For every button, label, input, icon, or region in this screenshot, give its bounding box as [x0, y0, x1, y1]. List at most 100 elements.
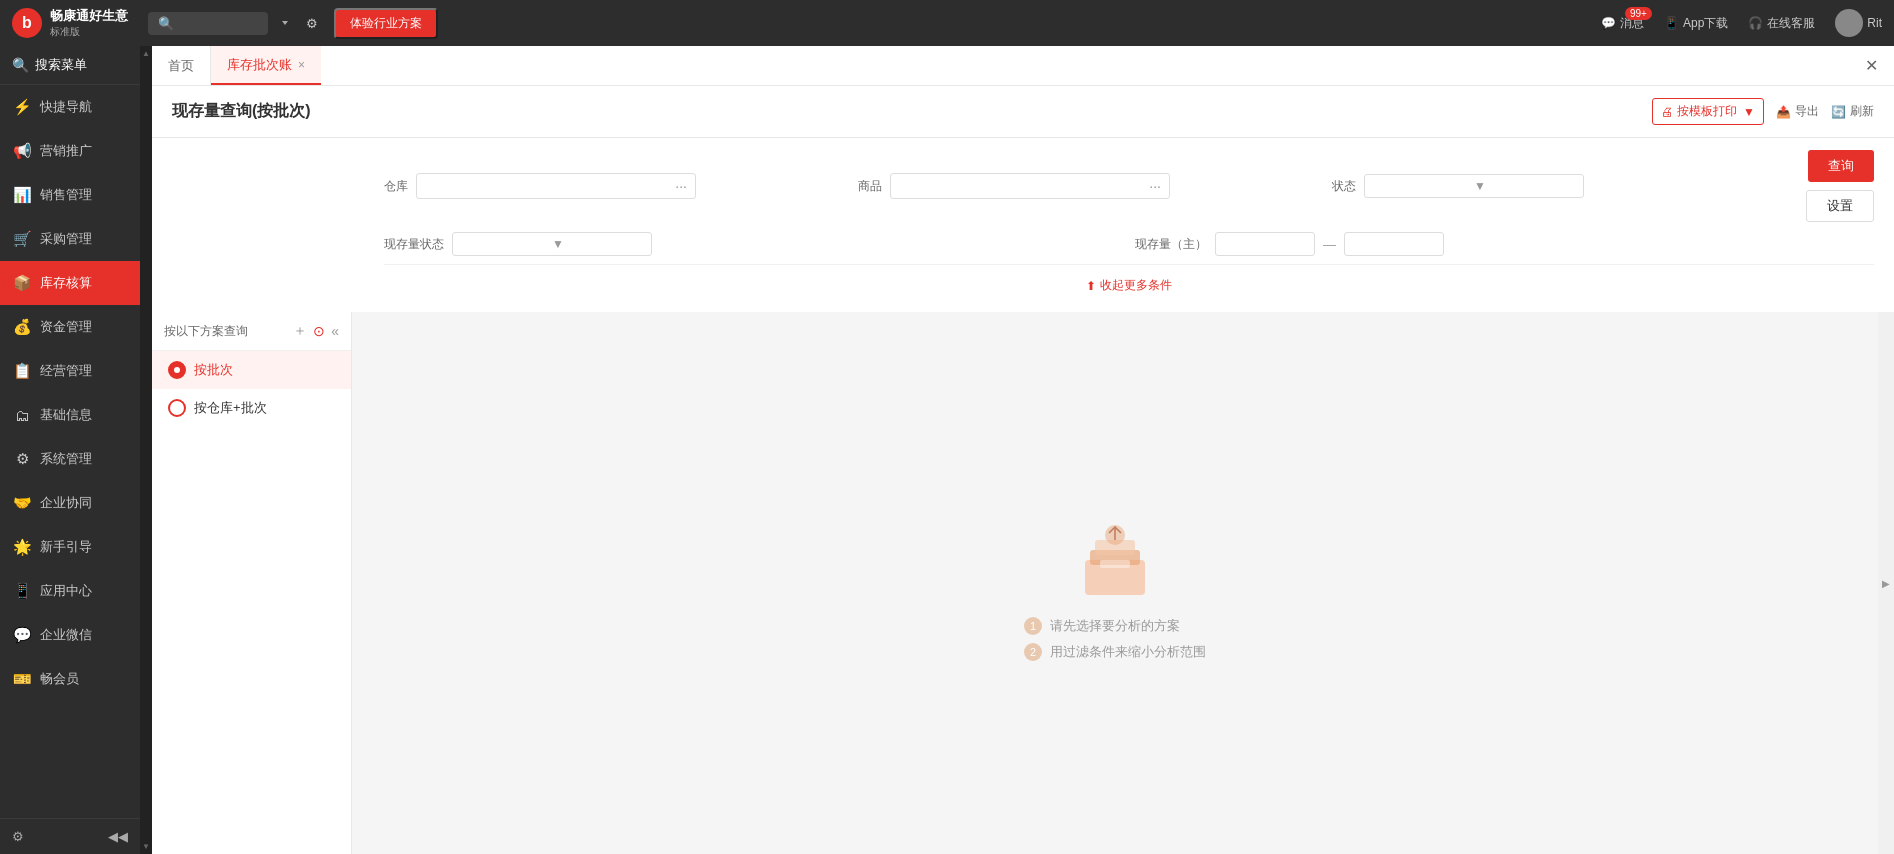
topbar-dropdown[interactable] [276, 18, 290, 28]
brand-tag: 标准版 [50, 25, 128, 39]
tab-bar: 首页 库存批次账 × ✕ [152, 46, 1894, 86]
scheme-panel-icons: ＋ ⊙ « [293, 322, 339, 340]
purchase-icon: 🛒 [12, 229, 32, 249]
sidebar-item-finance[interactable]: 💰 资金管理 [0, 305, 140, 349]
warehouse-more-icon[interactable]: ··· [675, 178, 687, 194]
member-icon: 🎫 [12, 669, 32, 689]
print-button[interactable]: 🖨 按模板打印 ▼ [1652, 98, 1764, 125]
status-select[interactable]: ▼ [1364, 174, 1584, 198]
product-text-input[interactable] [899, 179, 1149, 193]
online-service-action[interactable]: 🎧 在线客服 [1748, 15, 1815, 32]
scheme-settings-icon[interactable]: ⊙ [313, 323, 325, 339]
sidebar-item-wechat[interactable]: 💬 企业微信 [0, 613, 140, 657]
sidebar-item-operation[interactable]: 📋 经营管理 [0, 349, 140, 393]
topbar-search-box[interactable]: 🔍 [148, 12, 268, 35]
topbar: b 畅康通好生意 标准版 🔍 ⚙ 体验行业方案 💬 消息 99+ 📱 App下载… [0, 0, 1894, 46]
qty-dash: — [1323, 237, 1336, 252]
finance-icon: 💰 [12, 317, 32, 337]
status-label: 状态 [1332, 178, 1356, 195]
marketing-icon: 📢 [12, 141, 32, 161]
app-download-action[interactable]: 📱 App下载 [1664, 15, 1728, 32]
export-icon: 📤 [1776, 105, 1791, 119]
sidebar-item-basic[interactable]: 🗂 基础信息 [0, 393, 140, 437]
sidebar-item-member[interactable]: 🎫 畅会员 [0, 657, 140, 701]
warehouse-input[interactable]: ··· [416, 173, 696, 199]
trial-button[interactable]: 体验行业方案 [334, 8, 438, 39]
sidebar-item-purchase[interactable]: 🛒 采购管理 [0, 217, 140, 261]
status-filter: 状态 ▼ [1332, 174, 1794, 198]
right-panel: ▶ [1878, 312, 1894, 854]
topbar-settings-icon[interactable]: ⚙ [306, 16, 318, 31]
scheme-item-warehouse-batch[interactable]: 按仓库+批次 [152, 389, 351, 427]
content-body: 按以下方案查询 ＋ ⊙ « 按批次 [152, 312, 1894, 854]
stock-status-select[interactable]: ▼ [452, 232, 652, 256]
filter-area: 仓库 ··· 商品 [152, 138, 1894, 312]
scheme-panel-title: 按以下方案查询 [164, 323, 248, 340]
sidebar-settings-icon[interactable]: ⚙ [12, 829, 24, 844]
product-more-icon[interactable]: ··· [1149, 178, 1161, 194]
sidebar-bottom: ⚙ ◀◀ [0, 818, 140, 854]
wechat-icon: 💬 [12, 625, 32, 645]
topbar-search-input[interactable] [178, 16, 258, 30]
tab-home[interactable]: 首页 [152, 46, 211, 85]
hint-num-1: 1 [1024, 617, 1042, 635]
content-area: 首页 库存批次账 × ✕ 现存量查询(按批次) 🖨 按模板打印 ▼ 📤 导出 [152, 46, 1894, 854]
svg-marker-0 [282, 21, 288, 25]
stock-status-arrow: ▼ [552, 237, 643, 251]
refresh-button[interactable]: 🔄 刷新 [1831, 103, 1874, 120]
stock-status-filter: 现存量状态 ▼ [384, 232, 1123, 256]
appstore-icon: 📱 [12, 581, 32, 601]
printer-icon: 🖨 [1661, 105, 1673, 119]
tab-close-icon[interactable]: × [298, 58, 305, 72]
scheme-panel: 按以下方案查询 ＋ ⊙ « 按批次 [152, 312, 352, 854]
right-panel-expand-icon[interactable]: ▶ [1882, 578, 1890, 589]
query-button[interactable]: 查询 [1808, 150, 1874, 182]
collapse-button[interactable]: ⬆ 收起更多条件 [1086, 271, 1172, 300]
stock-qty-from-input[interactable] [1215, 232, 1315, 256]
inventory-icon: 📦 [12, 273, 32, 293]
sidebar-item-newbie[interactable]: 🌟 新手引导 [0, 525, 140, 569]
sidebar-item-appstore[interactable]: 📱 应用中心 [0, 569, 140, 613]
settings-button[interactable]: 设置 [1806, 190, 1874, 222]
collapse-row: ⬆ 收起更多条件 [384, 264, 1874, 300]
sidebar-item-sales[interactable]: 📊 销售管理 [0, 173, 140, 217]
stock-qty-to-input[interactable] [1344, 232, 1444, 256]
warehouse-text-input[interactable] [425, 179, 675, 193]
print-dropdown-arrow[interactable]: ▼ [1743, 105, 1755, 119]
svg-rect-4 [1100, 560, 1130, 568]
messages-action[interactable]: 💬 消息 99+ [1601, 15, 1644, 32]
tab-bar-close-icon[interactable]: ✕ [1849, 56, 1894, 75]
newbie-icon: 🌟 [12, 537, 32, 557]
scheme-item-batch[interactable]: 按批次 [152, 351, 351, 389]
user-avatar-action[interactable]: Rit [1835, 9, 1882, 37]
scheme-collapse-icon[interactable]: « [331, 323, 339, 339]
sidebar-collapse-icon[interactable]: ◀◀ [108, 829, 128, 844]
page-header: 现存量查询(按批次) 🖨 按模板打印 ▼ 📤 导出 🔄 刷新 [152, 86, 1894, 138]
warehouse-filter: 仓库 ··· [384, 173, 846, 199]
chevron-down-icon [280, 18, 290, 28]
collapse-up-icon: ⬆ [1086, 279, 1096, 293]
refresh-icon: 🔄 [1831, 105, 1846, 119]
product-input[interactable]: ··· [890, 173, 1170, 199]
stock-qty-label: 现存量（主） [1135, 236, 1207, 253]
export-button[interactable]: 📤 导出 [1776, 103, 1819, 120]
sidebar-item-inventory[interactable]: 📦 库存核算 [0, 261, 140, 305]
product-filter: 商品 ··· [858, 173, 1320, 199]
tab-inventory-batch[interactable]: 库存批次账 × [211, 46, 321, 85]
empty-hint-2: 2 用过滤条件来缩小分析范围 [1024, 643, 1206, 661]
sidebar-item-marketing[interactable]: 📢 营销推广 [0, 129, 140, 173]
sidebar-scroll-up[interactable]: ▲ [142, 46, 150, 61]
filter-row-2: 现存量状态 ▼ 现存量（主） [384, 232, 1874, 256]
scheme-add-icon[interactable]: ＋ [293, 322, 307, 340]
scheme-panel-header: 按以下方案查询 ＋ ⊙ « [152, 312, 351, 351]
sidebar-scroll-down[interactable]: ▼ [142, 839, 150, 854]
status-select-arrow: ▼ [1474, 179, 1575, 193]
sidebar-item-system[interactable]: ⚙ 系统管理 [0, 437, 140, 481]
product-label: 商品 [858, 178, 882, 195]
basic-icon: 🗂 [12, 405, 32, 425]
page-title: 现存量查询(按批次) [172, 101, 311, 122]
sidebar-search[interactable]: 🔍 搜索菜单 [0, 46, 140, 85]
sidebar-item-enterprise[interactable]: 🤝 企业协同 [0, 481, 140, 525]
sidebar-item-quicknav[interactable]: ⚡ 快捷导航 [0, 85, 140, 129]
empty-state: 1 请先选择要分析的方案 2 用过滤条件来缩小分析范围 [1024, 505, 1206, 661]
